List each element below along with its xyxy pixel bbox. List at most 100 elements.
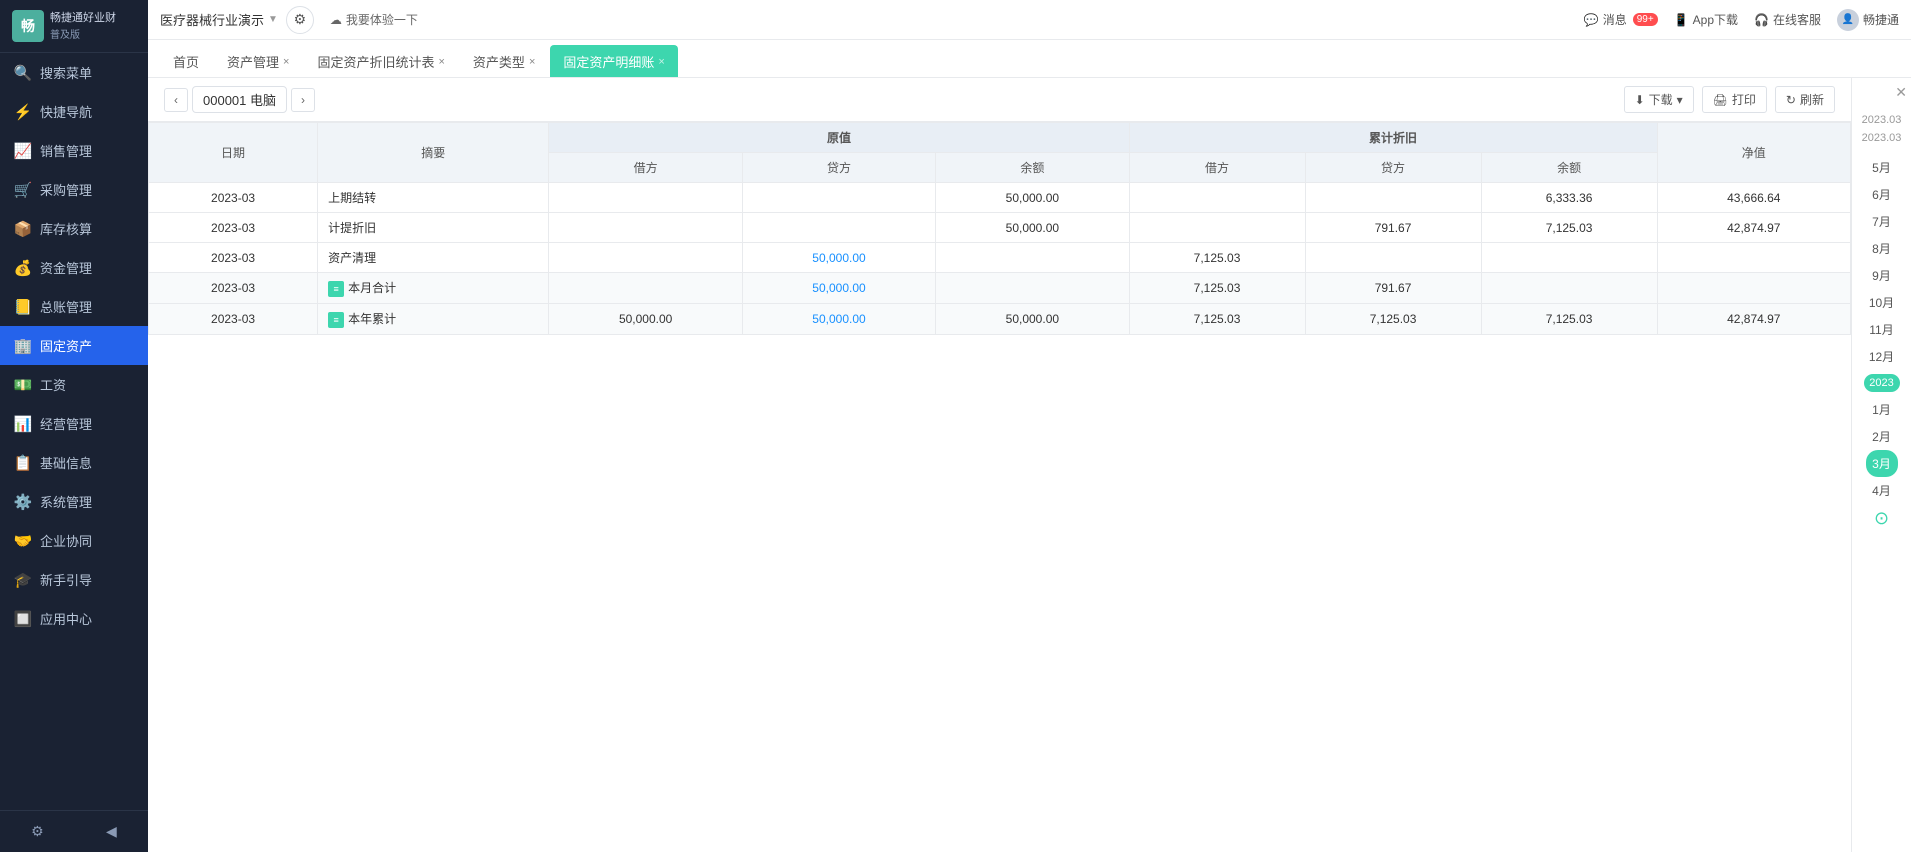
refresh-button[interactable]: ↻ 刷新: [1775, 86, 1835, 113]
sidebar-item-capital[interactable]: 💰资金管理: [0, 248, 148, 287]
sidebar: 畅 畅捷通好业财 普及版 🔍搜索菜单⚡快捷导航📈销售管理🛒采购管理📦库存核算💰资…: [0, 0, 148, 852]
cell-original-credit: 50,000.00: [742, 273, 935, 304]
logo-icon: 畅: [12, 10, 44, 42]
timeline-month[interactable]: 9月: [1852, 262, 1911, 289]
sidebar-item-ledger[interactable]: 📒总账管理: [0, 287, 148, 326]
sidebar-item-label-capital: 资金管理: [40, 258, 92, 277]
notifications-label: 消息: [1603, 11, 1627, 28]
cell-accum-debit: 7,125.03: [1129, 304, 1305, 335]
cell-date: 2023-03: [149, 304, 318, 335]
cell-accum-credit: [1305, 243, 1481, 273]
sidebar-item-quicknav[interactable]: ⚡快捷导航: [0, 92, 148, 131]
download-button[interactable]: ⬇ 下载 ▾: [1624, 86, 1694, 113]
timeline-month[interactable]: 3月: [1866, 450, 1898, 477]
cell-summary: 上期结转: [318, 183, 549, 213]
sidebar-item-payroll[interactable]: 💵工资: [0, 365, 148, 404]
sidebar-item-collab[interactable]: 🤝 企业协同: [0, 521, 148, 560]
prev-asset-button[interactable]: ‹: [164, 88, 188, 112]
gear-button[interactable]: ⚙: [286, 6, 314, 34]
timeline-month[interactable]: 12月: [1852, 343, 1911, 370]
app-download-button[interactable]: 📱 App下载: [1674, 11, 1738, 28]
sidebar-item-label-search: 搜索菜单: [40, 63, 92, 82]
sidebar-item-basic[interactable]: 📋基础信息: [0, 443, 148, 482]
cell-summary: 资产清理: [318, 243, 549, 273]
app-download-label: App下载: [1693, 11, 1738, 28]
cell-original-debit: 50,000.00: [549, 304, 742, 335]
settings-icon[interactable]: ⚙: [27, 819, 48, 844]
avatar: 👤: [1837, 9, 1859, 31]
print-label: 打印: [1732, 91, 1756, 108]
experience-link[interactable]: ☁ 我要体验一下: [330, 11, 418, 28]
tab-asset-mgmt-close[interactable]: ×: [283, 56, 289, 68]
header-net-value: 净值: [1657, 123, 1850, 183]
company-selector[interactable]: 医疗器械行业演示 ▼: [160, 10, 278, 29]
header-accum-credit: 贷方: [1305, 153, 1481, 183]
sidebar-item-guide[interactable]: 🎓 新手引导: [0, 560, 148, 599]
refresh-icon: ↻: [1786, 93, 1796, 107]
guide-icon: 🎓: [14, 571, 32, 589]
tab-depreciation-stat-close[interactable]: ×: [438, 56, 444, 68]
username-label: 畅捷通: [1863, 11, 1899, 28]
tab-asset-type[interactable]: 资产类型 ×: [460, 45, 548, 77]
cell-original-debit: [549, 273, 742, 304]
timeline-month[interactable]: 8月: [1852, 235, 1911, 262]
timeline-content: 2023.03 2023.03 5月6月7月8月9月10月11月12月 2023…: [1852, 110, 1911, 533]
sidebar-item-label-apps: 应用中心: [40, 609, 92, 628]
sidebar-item-apps[interactable]: 🔲应用中心: [0, 599, 148, 638]
timeline-month[interactable]: 4月: [1852, 477, 1911, 504]
cell-accum-debit: [1129, 213, 1305, 243]
sidebar-item-inventory[interactable]: 📦库存核算: [0, 209, 148, 248]
sidebar-item-system[interactable]: ⚙️系统管理: [0, 482, 148, 521]
asset-navigation: ‹ 000001 电脑 ›: [164, 86, 315, 113]
sidebar-item-label-sales: 销售管理: [40, 141, 92, 160]
timeline-month[interactable]: 2月: [1852, 423, 1911, 450]
notifications-button[interactable]: 💬 消息 99+: [1584, 11, 1658, 28]
timeline-month[interactable]: 7月: [1852, 208, 1911, 235]
sidebar-item-fixedasset[interactable]: 🏢固定资产: [0, 326, 148, 365]
header-accum-debit: 借方: [1129, 153, 1305, 183]
experience-label: 我要体验一下: [346, 11, 418, 28]
online-service-button[interactable]: 🎧 在线客服: [1754, 11, 1821, 28]
sidebar-item-purchase[interactable]: 🛒采购管理: [0, 170, 148, 209]
timeline-month[interactable]: 5月: [1852, 154, 1911, 181]
sidebar-item-label-quicknav: 快捷导航: [40, 102, 92, 121]
ledger-icon: 📒: [14, 298, 32, 316]
timeline-close-button[interactable]: ✕: [1895, 84, 1907, 101]
download-icon: ⬇: [1635, 93, 1645, 107]
timeline-month[interactable]: 11月: [1852, 316, 1911, 343]
tab-depreciation-stat[interactable]: 固定资产折旧统计表 ×: [304, 45, 457, 77]
timeline-month[interactable]: 10月: [1852, 289, 1911, 316]
tab-asset-type-close[interactable]: ×: [529, 56, 535, 68]
next-asset-button[interactable]: ›: [291, 88, 315, 112]
phone-icon: 📱: [1674, 13, 1689, 27]
sidebar-item-label-guide: 新手引导: [40, 570, 92, 589]
timeline-month[interactable]: 6月: [1852, 181, 1911, 208]
tab-asset-detail-close[interactable]: ×: [658, 56, 664, 68]
sidebar-item-ops[interactable]: 📊经营管理: [0, 404, 148, 443]
sidebar-item-search[interactable]: 🔍搜索菜单: [0, 53, 148, 92]
user-menu-button[interactable]: 👤 畅捷通: [1837, 9, 1899, 31]
cell-summary: 计提折旧: [318, 213, 549, 243]
sidebar-item-label-collab: 企业协同: [40, 531, 92, 550]
timeline-month[interactable]: 1月: [1852, 396, 1911, 423]
timeline-scroll-indicator[interactable]: ⊙: [1852, 504, 1911, 533]
print-button[interactable]: 🖨 打印: [1702, 86, 1767, 113]
download-dropdown-icon: ▾: [1677, 93, 1683, 107]
cell-original-debit: [549, 183, 742, 213]
tab-asset-detail[interactable]: 固定资产明细账 ×: [550, 45, 677, 77]
content-area: ‹ 000001 电脑 › ⬇ 下载 ▾ 🖨 打印 ↻: [148, 78, 1911, 852]
fixedasset-icon: 🏢: [14, 337, 32, 355]
timeline-year-2023[interactable]: 2023: [1864, 374, 1900, 392]
cell-accum-credit: 791.67: [1305, 213, 1481, 243]
data-table-wrap: 日期 摘要 原值 累计折旧 净值 借方 贷方 余额 借方 贷方 余额: [148, 122, 1851, 852]
asset-code-chip: 000001 电脑: [192, 86, 287, 113]
cell-original-balance: [936, 273, 1129, 304]
sidebar-item-sales[interactable]: 📈销售管理: [0, 131, 148, 170]
tab-asset-mgmt[interactable]: 资产管理 ×: [214, 45, 302, 77]
header-original-balance: 余额: [936, 153, 1129, 183]
company-name: 医疗器械行业演示: [160, 10, 264, 29]
tab-home[interactable]: 首页: [160, 45, 212, 77]
collapse-icon[interactable]: ◀: [102, 819, 121, 844]
collab-icon: 🤝: [14, 532, 32, 550]
cell-accum-debit: 7,125.03: [1129, 273, 1305, 304]
